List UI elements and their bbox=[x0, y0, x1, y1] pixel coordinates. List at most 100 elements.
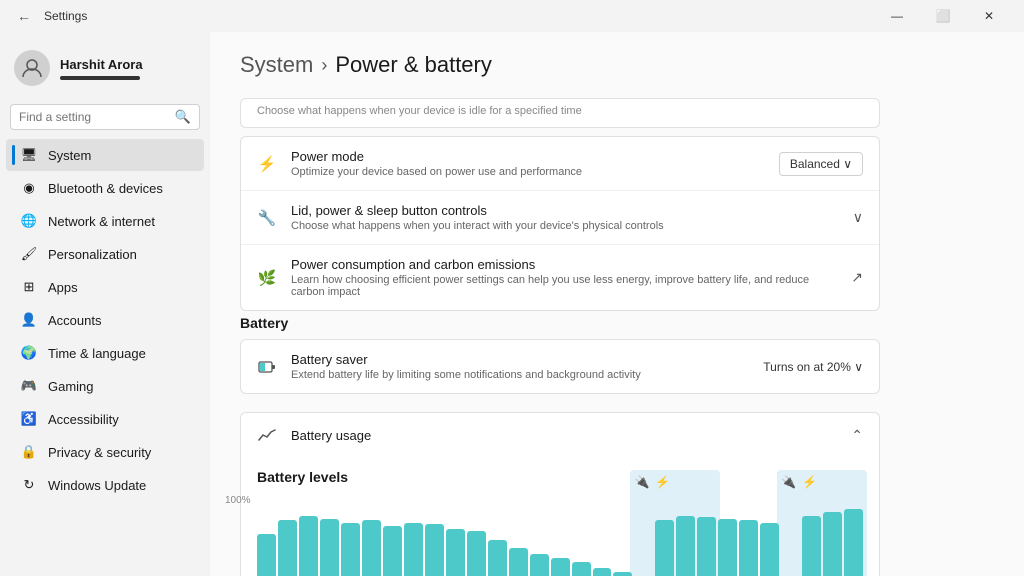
bar-1 bbox=[278, 520, 297, 576]
power-mode-dropdown[interactable]: Balanced ∨ bbox=[779, 152, 863, 176]
bar-28 bbox=[844, 509, 863, 576]
bar-26 bbox=[802, 516, 821, 576]
battery-section-title: Battery bbox=[240, 315, 880, 331]
sidebar-item-privacy[interactable]: 🔒 Privacy & security bbox=[6, 436, 204, 468]
charge-icon-26: ⚡ bbox=[802, 475, 817, 489]
window-controls: — ⬜ ✕ bbox=[874, 0, 1012, 32]
bar-2 bbox=[299, 516, 318, 576]
setting-row-carbon[interactable]: 🌿Power consumption and carbon emissionsL… bbox=[241, 244, 879, 310]
back-button[interactable]: ← bbox=[12, 4, 36, 28]
power-settings-card: ⚡ Power mode Optimize your device based on… bbox=[240, 136, 880, 311]
battery-usage-title: Battery usage bbox=[291, 428, 837, 443]
sidebar-item-update[interactable]: ↻Windows Update bbox=[6, 469, 204, 501]
sidebar-item-label-bluetooth: Bluetooth & devices bbox=[48, 181, 163, 196]
sidebar-item-label-apps: Apps bbox=[48, 280, 78, 295]
discharge-icon-25: 🔌 bbox=[781, 475, 796, 489]
sidebar-item-network[interactable]: 🌐 Network & internet bbox=[6, 205, 204, 237]
sidebar-item-system[interactable]: 🖥System bbox=[6, 139, 204, 171]
carbon-right: ↗ bbox=[851, 269, 863, 286]
battery-levels-title: Battery levels bbox=[257, 469, 348, 485]
lid-power-right: ∨ bbox=[853, 209, 863, 226]
battery-chart-wrapper: 100% 50% 🔌⚡🔌⚡ bbox=[257, 495, 863, 576]
bar-24 bbox=[760, 523, 779, 576]
bar-8 bbox=[425, 524, 444, 576]
carbon-external-icon: ↗ bbox=[851, 269, 863, 286]
sidebar-item-label-network: Network & internet bbox=[48, 214, 155, 229]
battery-usage-header[interactable]: Battery usage ⌃ bbox=[241, 413, 879, 457]
bar-22 bbox=[718, 519, 737, 576]
user-profile[interactable]: Harshit Arora bbox=[0, 40, 210, 100]
battery-usage-chevron: ⌃ bbox=[851, 427, 863, 444]
battery-saver-card: Battery saverExtend battery life by limi… bbox=[240, 339, 880, 394]
sidebar-item-bluetooth[interactable]: ◉ Bluetooth & devices bbox=[6, 172, 204, 204]
close-button[interactable]: ✕ bbox=[966, 0, 1012, 32]
sidebar-item-accounts[interactable]: 👤 Accounts bbox=[6, 304, 204, 336]
setting-row-power-mode[interactable]: ⚡ Power mode Optimize your device based on… bbox=[241, 137, 879, 190]
scroll-hint-text: Choose what happens when your device is … bbox=[241, 99, 879, 127]
accounts-icon: 👤 bbox=[20, 311, 38, 329]
sidebar-item-label-privacy: Privacy & security bbox=[48, 445, 151, 460]
power-mode-icon: ⚡ bbox=[257, 154, 277, 174]
bar-5 bbox=[362, 520, 381, 576]
sidebar-item-accessibility[interactable]: ♿Accessibility bbox=[6, 403, 204, 435]
search-icon: 🔍 bbox=[175, 109, 191, 125]
bar-12 bbox=[509, 548, 528, 576]
bar-4 bbox=[341, 523, 360, 576]
network-icon: 🌐 bbox=[20, 212, 38, 230]
bar-20 bbox=[676, 516, 695, 576]
bar-10 bbox=[467, 531, 486, 576]
personalization-icon: 🖌 bbox=[20, 245, 38, 263]
user-sub-bar bbox=[60, 76, 140, 80]
battery-saver-icon bbox=[257, 357, 277, 377]
sidebar-item-label-time: Time & language bbox=[48, 346, 146, 361]
charge-icon-19: ⚡ bbox=[655, 475, 670, 489]
privacy-icon: 🔒 bbox=[20, 443, 38, 461]
battery-chart bbox=[257, 495, 863, 576]
sidebar-item-apps[interactable]: ⊞Apps bbox=[6, 271, 204, 303]
y-axis-labels: 100% 50% bbox=[225, 495, 251, 576]
bar-17 bbox=[613, 572, 632, 576]
sidebar-item-gaming[interactable]: 🎮Gaming bbox=[6, 370, 204, 402]
setting-row-lid-power[interactable]: 🔧Lid, power & sleep button controlsChoos… bbox=[241, 190, 879, 244]
battery-row-battery-saver[interactable]: Battery saverExtend battery life by limi… bbox=[241, 340, 879, 393]
battery-usage-icon bbox=[257, 425, 277, 445]
battery-usage-card: Battery usage ⌃ Battery levels Last 24 h… bbox=[240, 412, 880, 576]
breadcrumb-current: Power & battery bbox=[335, 52, 492, 78]
user-name: Harshit Arora bbox=[60, 57, 143, 72]
search-input[interactable] bbox=[19, 110, 169, 124]
bluetooth-icon: ◉ bbox=[20, 179, 38, 197]
app-body: Harshit Arora 🔍 🖥System◉Bluetooth & devi… bbox=[0, 32, 1024, 576]
sidebar-item-label-accessibility: Accessibility bbox=[48, 412, 119, 427]
sidebar-item-personalization[interactable]: 🖌Personalization bbox=[6, 238, 204, 270]
time-filter-chevron: ⌄ bbox=[853, 470, 863, 484]
battery-saver-subtitle: Extend battery life by limiting some not… bbox=[291, 369, 749, 381]
power-mode-right: Balanced ∨ bbox=[779, 152, 863, 176]
bar-6 bbox=[383, 526, 402, 576]
sidebar-item-label-accounts: Accounts bbox=[48, 313, 101, 328]
power-mode-subtitle: Optimize your device based on power use … bbox=[291, 166, 765, 178]
sidebar-item-label-update: Windows Update bbox=[48, 478, 146, 493]
power-mode-title: Power mode bbox=[291, 149, 765, 164]
sidebar-item-time[interactable]: 🌍 Time & language bbox=[6, 337, 204, 369]
content-area: System › Power & battery Choose what hap… bbox=[210, 32, 1024, 576]
battery-settings-rows: Battery saverExtend battery life by limi… bbox=[241, 340, 879, 393]
breadcrumb-system: System bbox=[240, 52, 313, 78]
bar-13 bbox=[530, 554, 549, 576]
time-icon: 🌍 bbox=[20, 344, 38, 362]
bar-9 bbox=[446, 529, 465, 576]
sidebar-item-label-gaming: Gaming bbox=[48, 379, 94, 394]
bar-11 bbox=[488, 540, 507, 576]
power-settings-rows: ⚡ Power mode Optimize your device based on… bbox=[241, 137, 879, 310]
scroll-hint-card: Choose what happens when your device is … bbox=[240, 98, 880, 128]
restore-button[interactable]: ⬜ bbox=[920, 0, 966, 32]
sidebar-nav: 🖥System ◉ Bluetooth & devices 🌐 Network & in… bbox=[0, 138, 210, 502]
battery-levels-header: Battery levels Last 24 hours ⌄ bbox=[257, 469, 863, 485]
bar-19 bbox=[655, 520, 674, 576]
carbon-title: Power consumption and carbon emissions bbox=[291, 257, 837, 272]
search-box[interactable]: 🔍 bbox=[10, 104, 200, 130]
user-info: Harshit Arora bbox=[60, 57, 143, 80]
minimize-button[interactable]: — bbox=[874, 0, 920, 32]
bar-15 bbox=[572, 562, 591, 576]
system-icon: 🖥 bbox=[20, 146, 38, 164]
avatar bbox=[14, 50, 50, 86]
